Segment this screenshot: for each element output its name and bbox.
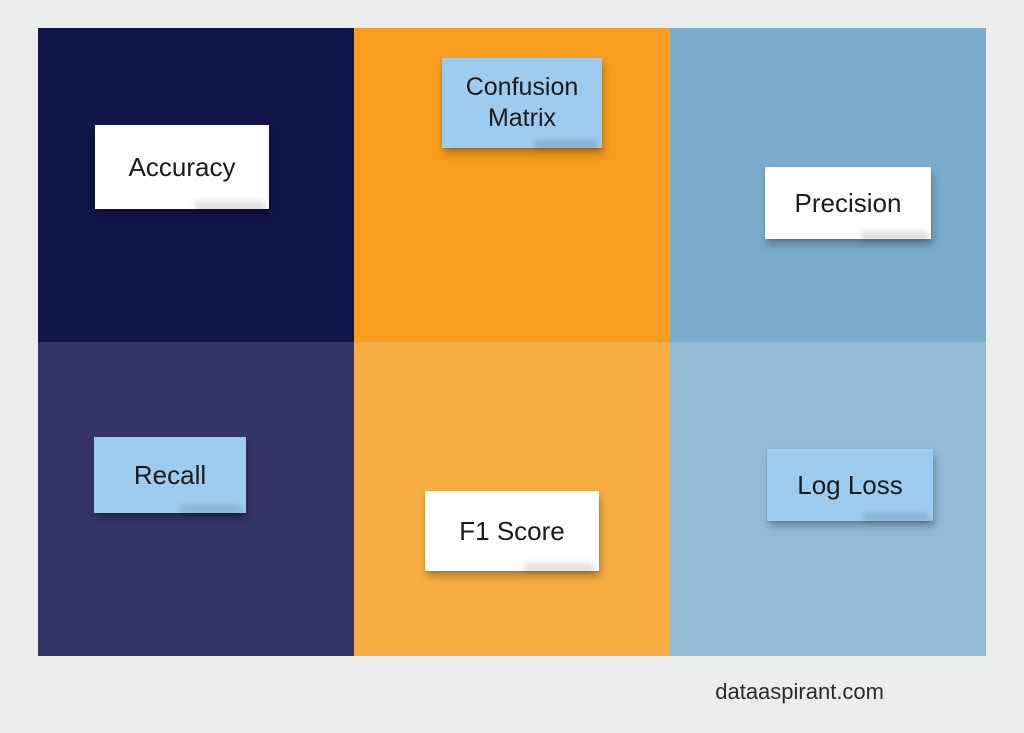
card-label: Log Loss bbox=[797, 470, 903, 500]
cell-confusion-matrix: ConfusionMatrix bbox=[354, 28, 670, 342]
card-confusion-matrix: ConfusionMatrix bbox=[442, 58, 603, 149]
metrics-grid: Accuracy ConfusionMatrix Precision Recal… bbox=[38, 28, 986, 656]
card-label: Recall bbox=[134, 460, 206, 490]
attribution-text: dataaspirant.com bbox=[715, 679, 884, 705]
card-log-loss: Log Loss bbox=[767, 449, 933, 522]
cell-accuracy: Accuracy bbox=[38, 28, 354, 342]
card-label: ConfusionMatrix bbox=[466, 73, 579, 132]
card-label: F1 Score bbox=[459, 516, 565, 546]
card-f1-score: F1 Score bbox=[425, 491, 599, 572]
cell-precision: Precision bbox=[670, 28, 986, 342]
card-accuracy: Accuracy bbox=[95, 125, 270, 210]
cell-f1-score: F1 Score bbox=[354, 342, 670, 656]
card-label: Accuracy bbox=[129, 152, 236, 182]
cell-recall: Recall bbox=[38, 342, 354, 656]
card-precision: Precision bbox=[765, 167, 932, 240]
card-recall: Recall bbox=[94, 437, 246, 514]
cell-log-loss: Log Loss bbox=[670, 342, 986, 656]
card-label: Precision bbox=[795, 188, 902, 218]
